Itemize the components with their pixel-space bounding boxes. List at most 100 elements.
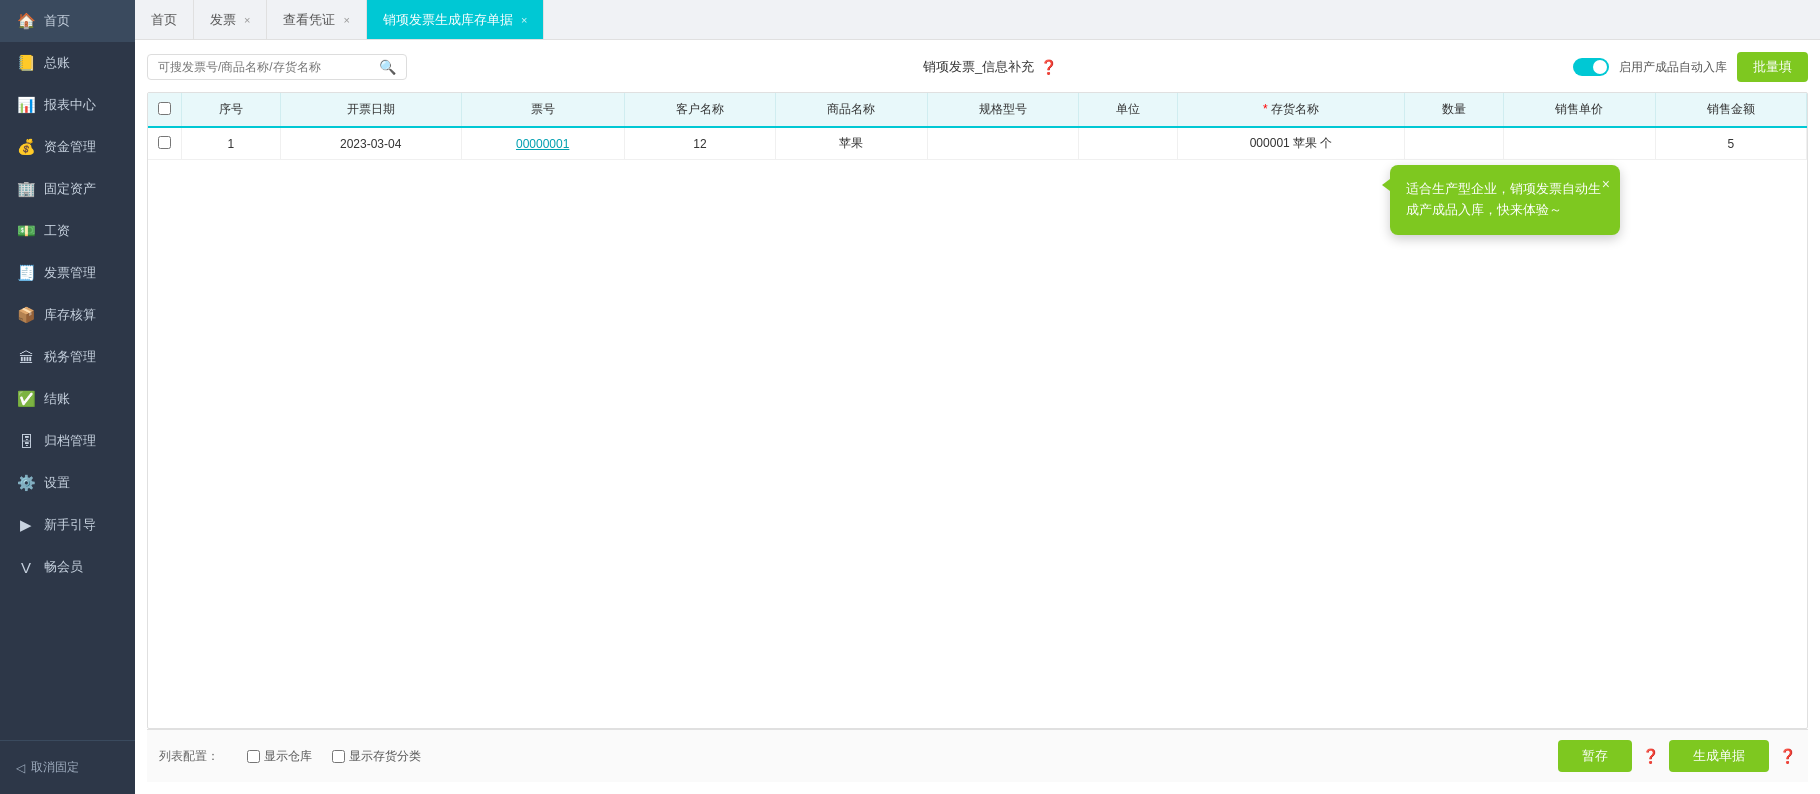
archive-icon: 🗄 <box>16 433 36 450</box>
info-label: 销项发票_信息补充 ❓ <box>923 58 1057 76</box>
info-help-icon[interactable]: ❓ <box>1040 59 1057 75</box>
sidebar-item-general-ledger-label: 总账 <box>44 54 70 72</box>
cancel-pin-icon: ◁ <box>16 761 25 775</box>
content-area: 🔍 销项发票_信息补充 ❓ 启用产成品自动入库 批量填 <box>135 40 1820 794</box>
sidebar-item-general-ledger[interactable]: 📒 总账 <box>0 42 135 84</box>
save-help-icon[interactable]: ❓ <box>1642 748 1659 764</box>
th-ticket-no: 票号 <box>461 93 624 127</box>
th-model: 规格型号 <box>927 93 1078 127</box>
sidebar-item-funds-label: 资金管理 <box>44 138 96 156</box>
sidebar-item-reports[interactable]: 📊 报表中心 <box>0 84 135 126</box>
sidebar-item-payroll-label: 工资 <box>44 222 70 240</box>
sidebar-item-vip-label: 畅会员 <box>44 558 83 576</box>
search-box[interactable]: 🔍 <box>147 54 407 80</box>
tab-generate-inventory-label: 销项发票生成库存单据 <box>383 11 513 29</box>
show-inventory-category-label: 显示存货分类 <box>349 748 421 765</box>
sidebar-item-reconcile-label: 结账 <box>44 390 70 408</box>
th-product-name: 商品名称 <box>776 93 927 127</box>
fixed-assets-icon: 🏢 <box>16 180 36 198</box>
th-checkbox <box>148 93 182 127</box>
guide-icon: ▶ <box>16 516 36 534</box>
show-warehouse-item[interactable]: 显示仓库 <box>247 748 312 765</box>
show-inventory-category-item[interactable]: 显示存货分类 <box>332 748 421 765</box>
row-product-name: 苹果 <box>776 127 927 160</box>
select-all-checkbox[interactable] <box>158 102 171 115</box>
funds-icon: 💰 <box>16 138 36 156</box>
bottom-bar: 列表配置： 显示仓库 显示存货分类 暂存 ❓ 生成单据 ❓ <box>147 729 1808 782</box>
tab-bar: 首页 发票 × 查看凭证 × 销项发票生成库存单据 × <box>135 0 1820 40</box>
row-amount: 5 <box>1655 127 1807 160</box>
tax-icon: 🏛 <box>16 349 36 366</box>
tab-home[interactable]: 首页 <box>135 0 194 39</box>
row-unit <box>1079 127 1178 160</box>
th-quantity: 数量 <box>1405 93 1504 127</box>
search-input[interactable] <box>158 60 373 74</box>
tab-view-voucher[interactable]: 查看凭证 × <box>267 0 366 39</box>
sidebar-item-vip[interactable]: V 畅会员 <box>0 546 135 588</box>
payroll-icon: 💵 <box>16 222 36 240</box>
sidebar-bottom: ◁ 取消固定 <box>0 740 135 794</box>
table-row: 1 2023-03-04 00000001 12 苹果 000001 苹果 个 … <box>148 127 1807 160</box>
action-buttons: 暂存 ❓ 生成单据 ❓ <box>1558 740 1796 772</box>
sidebar-item-archive[interactable]: 🗄 归档管理 <box>0 420 135 462</box>
save-button[interactable]: 暂存 <box>1558 740 1632 772</box>
sidebar-item-tax[interactable]: 🏛 税务管理 <box>0 336 135 378</box>
th-date: 开票日期 <box>280 93 461 127</box>
th-unit: 单位 <box>1079 93 1178 127</box>
tooltip-close-button[interactable]: × <box>1602 173 1610 195</box>
right-controls: 启用产成品自动入库 批量填 <box>1573 52 1808 82</box>
list-config-label: 列表配置： <box>159 748 219 765</box>
tab-generate-inventory[interactable]: 销项发票生成库存单据 × <box>367 0 544 39</box>
toggle-label: 启用产成品自动入库 <box>1619 59 1727 76</box>
tooltip-popup: × 适合生产型企业，销项发票自动生成产成品入库，快来体验～ <box>1390 165 1620 235</box>
search-icon: 🔍 <box>379 59 396 75</box>
batch-fill-button[interactable]: 批量填 <box>1737 52 1808 82</box>
row-unit-price <box>1504 127 1655 160</box>
row-checkbox-cell[interactable] <box>148 127 182 160</box>
sidebar-item-guide[interactable]: ▶ 新手引导 <box>0 504 135 546</box>
show-warehouse-checkbox[interactable] <box>247 750 260 763</box>
reports-icon: 📊 <box>16 96 36 114</box>
row-model <box>927 127 1078 160</box>
sidebar-item-fixed-assets[interactable]: 🏢 固定资产 <box>0 168 135 210</box>
sidebar-item-archive-label: 归档管理 <box>44 432 96 450</box>
sidebar-item-home[interactable]: 🏠 首页 <box>0 0 135 42</box>
th-amount: 销售金额 <box>1655 93 1807 127</box>
sidebar-item-home-label: 首页 <box>44 12 70 30</box>
home-icon: 🏠 <box>16 12 36 30</box>
data-table: 序号 开票日期 票号 客户名称 商品名称 规格型号 单位 * 存货名称 数量 销… <box>148 93 1807 160</box>
vip-icon: V <box>16 559 36 576</box>
tab-view-voucher-close[interactable]: × <box>343 14 349 26</box>
invoice-mgmt-icon: 🧾 <box>16 264 36 282</box>
tab-generate-inventory-close[interactable]: × <box>521 14 527 26</box>
generate-button[interactable]: 生成单据 <box>1669 740 1769 772</box>
sidebar-item-invoice-mgmt[interactable]: 🧾 发票管理 <box>0 252 135 294</box>
row-customer: 12 <box>624 127 775 160</box>
row-date: 2023-03-04 <box>280 127 461 160</box>
tab-invoice-close[interactable]: × <box>244 14 250 26</box>
row-checkbox[interactable] <box>158 136 171 149</box>
main-area: 首页 发票 × 查看凭证 × 销项发票生成库存单据 × 🔍 销项发票_信息补充 … <box>135 0 1820 794</box>
sidebar-item-funds[interactable]: 💰 资金管理 <box>0 126 135 168</box>
reconcile-icon: ✅ <box>16 390 36 408</box>
ledger-icon: 📒 <box>16 54 36 72</box>
generate-help-icon[interactable]: ❓ <box>1779 748 1796 764</box>
sidebar-item-fixed-assets-label: 固定资产 <box>44 180 96 198</box>
row-seq: 1 <box>182 127 281 160</box>
sidebar-item-inventory[interactable]: 📦 库存核算 <box>0 294 135 336</box>
sidebar-item-settings[interactable]: ⚙️ 设置 <box>0 462 135 504</box>
row-quantity <box>1405 127 1504 160</box>
tab-invoice[interactable]: 发票 × <box>194 0 267 39</box>
th-inventory-name: * 存货名称 <box>1177 93 1405 127</box>
sidebar-item-tax-label: 税务管理 <box>44 348 96 366</box>
sidebar-item-inventory-label: 库存核算 <box>44 306 96 324</box>
row-ticket-no[interactable]: 00000001 <box>461 127 624 160</box>
sidebar-item-reconcile[interactable]: ✅ 结账 <box>0 378 135 420</box>
cancel-pin-button[interactable]: ◁ 取消固定 <box>0 749 135 786</box>
show-inventory-category-checkbox[interactable] <box>332 750 345 763</box>
toolbar-row: 🔍 销项发票_信息补充 ❓ 启用产成品自动入库 批量填 <box>147 52 1808 82</box>
auto-inbound-toggle[interactable] <box>1573 58 1609 76</box>
th-customer: 客户名称 <box>624 93 775 127</box>
sidebar-item-payroll[interactable]: 💵 工资 <box>0 210 135 252</box>
tab-home-label: 首页 <box>151 11 177 29</box>
